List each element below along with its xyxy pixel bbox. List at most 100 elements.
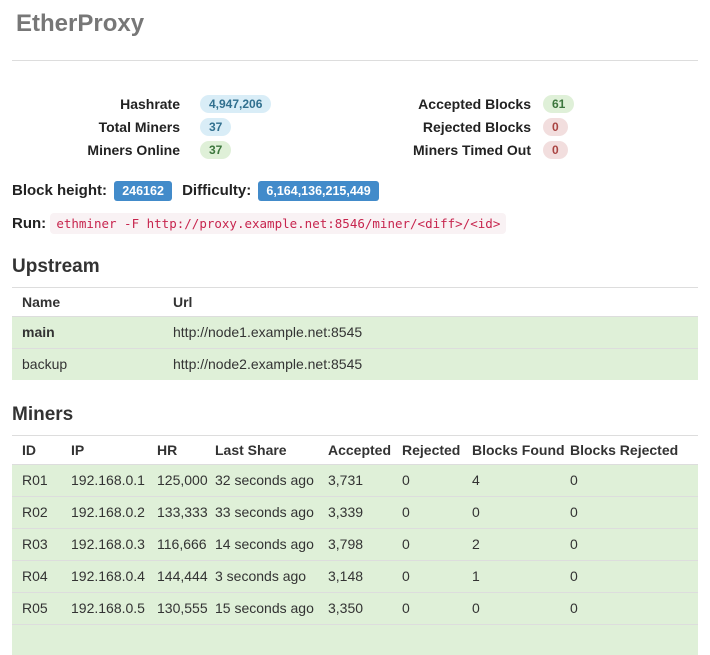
miners-partial-row	[12, 625, 698, 655]
stat-label: Accepted Blocks	[355, 96, 531, 113]
column-header: IP	[61, 436, 147, 465]
miner-row: R03192.168.0.3116,66614 seconds ago3,798…	[12, 529, 698, 561]
table-cell: 133,333	[147, 497, 205, 529]
column-header: Name	[12, 288, 163, 317]
stat-row: Total Miners37	[12, 118, 355, 136]
difficulty-badge: 6,164,136,215,449	[258, 181, 378, 201]
page-container: EtherProxy Hashrate 4,947,206 Total Miners…	[0, 10, 710, 655]
table-cell: R01	[12, 465, 61, 497]
table-cell: 2	[462, 529, 560, 561]
upstream-url-cell: http://node1.example.net:8545	[163, 317, 698, 349]
page-title: EtherProxy	[16, 10, 698, 38]
stat-row: Accepted Blocks 61	[355, 95, 698, 113]
table-cell: R04	[12, 561, 61, 593]
stat-badge: 37	[200, 141, 231, 159]
table-cell	[462, 625, 560, 655]
stat-row: Miners Online 37	[12, 141, 355, 159]
column-header: Url	[163, 288, 698, 317]
miners-table-body: R01192.168.0.1125,00032 seconds ago3,731…	[12, 465, 698, 655]
column-header: Blocks Found	[462, 436, 560, 465]
table-cell: 0	[392, 497, 462, 529]
table-cell	[205, 625, 318, 655]
table-cell: R05	[12, 593, 61, 625]
table-cell: 3,731	[318, 465, 392, 497]
run-label: Run:	[12, 215, 46, 232]
table-cell: 0	[560, 561, 698, 593]
stat-row: Hashrate 4,947,206	[12, 95, 355, 113]
table-cell	[318, 625, 392, 655]
stat-badge: 0	[543, 141, 568, 159]
table-cell: 0	[560, 593, 698, 625]
table-cell: 0	[560, 465, 698, 497]
miners-heading: Miners	[12, 404, 698, 426]
column-header: Last Share	[205, 436, 318, 465]
table-cell: 1	[462, 561, 560, 593]
upstream-heading: Upstream	[12, 256, 698, 278]
stat-label: Hashrate	[12, 96, 180, 113]
table-cell: 192.168.0.1	[61, 465, 147, 497]
stat-badge: 61	[543, 95, 574, 113]
run-command: ethminer -F http://proxy.example.net:854…	[50, 213, 506, 234]
title-divider	[12, 60, 698, 61]
block-height-badge: 246162	[114, 181, 172, 201]
table-cell: 0	[392, 593, 462, 625]
table-cell: 14 seconds ago	[205, 529, 318, 561]
table-cell: 0	[560, 529, 698, 561]
table-cell: 130,555	[147, 593, 205, 625]
miner-row: R02192.168.0.2133,33333 seconds ago3,339…	[12, 497, 698, 529]
column-header: Accepted	[318, 436, 392, 465]
table-cell: 125,000	[147, 465, 205, 497]
stat-label: Miners Online	[12, 142, 180, 159]
table-cell: 3,148	[318, 561, 392, 593]
upstream-name-cell: main	[12, 317, 163, 349]
stats-section: Hashrate 4,947,206 Total Miners37 Miners On…	[12, 95, 698, 164]
table-cell: 3,798	[318, 529, 392, 561]
stat-label: Miners Timed Out	[355, 142, 531, 159]
table-cell: 32 seconds ago	[205, 465, 318, 497]
upstream-table-body: mainhttp://node1.example.net:8545backuph…	[12, 317, 698, 381]
table-cell: 192.168.0.5	[61, 593, 147, 625]
table-cell: 3 seconds ago	[205, 561, 318, 593]
stat-badge: 0	[543, 118, 568, 136]
table-cell: 0	[462, 497, 560, 529]
table-cell: 0	[392, 561, 462, 593]
table-cell: 15 seconds ago	[205, 593, 318, 625]
stat-row: Miners Timed Out 0	[355, 141, 698, 159]
column-header: HR	[147, 436, 205, 465]
table-cell: 192.168.0.4	[61, 561, 147, 593]
miner-row: R01192.168.0.1125,00032 seconds ago3,731…	[12, 465, 698, 497]
miner-row: R04192.168.0.4144,4443 seconds ago3,1480…	[12, 561, 698, 593]
table-cell	[560, 625, 698, 655]
table-cell: 0	[462, 593, 560, 625]
miner-row: R05192.168.0.5130,55515 seconds ago3,350…	[12, 593, 698, 625]
table-cell: 192.168.0.2	[61, 497, 147, 529]
table-cell	[12, 625, 61, 655]
table-cell	[61, 625, 147, 655]
table-cell: 4	[462, 465, 560, 497]
table-cell: 33 seconds ago	[205, 497, 318, 529]
upstream-header-row: NameUrl	[12, 288, 698, 317]
table-cell: 116,666	[147, 529, 205, 561]
table-cell: 0	[560, 497, 698, 529]
table-cell: 0	[392, 465, 462, 497]
table-cell: 144,444	[147, 561, 205, 593]
column-header: Blocks Rejected	[560, 436, 698, 465]
upstream-url-cell: http://node2.example.net:8545	[163, 349, 698, 381]
stat-label: Rejected Blocks	[355, 119, 531, 136]
column-header: ID	[12, 436, 61, 465]
upstream-row: backuphttp://node2.example.net:8545	[12, 349, 698, 381]
table-cell	[392, 625, 462, 655]
table-cell: 192.168.0.3	[61, 529, 147, 561]
table-cell: R02	[12, 497, 61, 529]
stat-badge: 37	[200, 118, 231, 136]
stat-row: Rejected Blocks 0	[355, 118, 698, 136]
table-cell: 3,339	[318, 497, 392, 529]
upstream-row: mainhttp://node1.example.net:8545	[12, 317, 698, 349]
stats-col-left: Hashrate 4,947,206 Total Miners37 Miners On…	[12, 95, 355, 164]
block-info-line: Block height: 246162 Difficulty: 6,164,1…	[12, 181, 698, 201]
stat-badge: 4,947,206	[200, 95, 271, 113]
column-header: Rejected	[392, 436, 462, 465]
block-height-label: Block height:	[12, 182, 107, 199]
difficulty-label: Difficulty:	[182, 182, 251, 199]
run-line: Run: ethminer -F http://proxy.example.ne…	[12, 215, 698, 232]
